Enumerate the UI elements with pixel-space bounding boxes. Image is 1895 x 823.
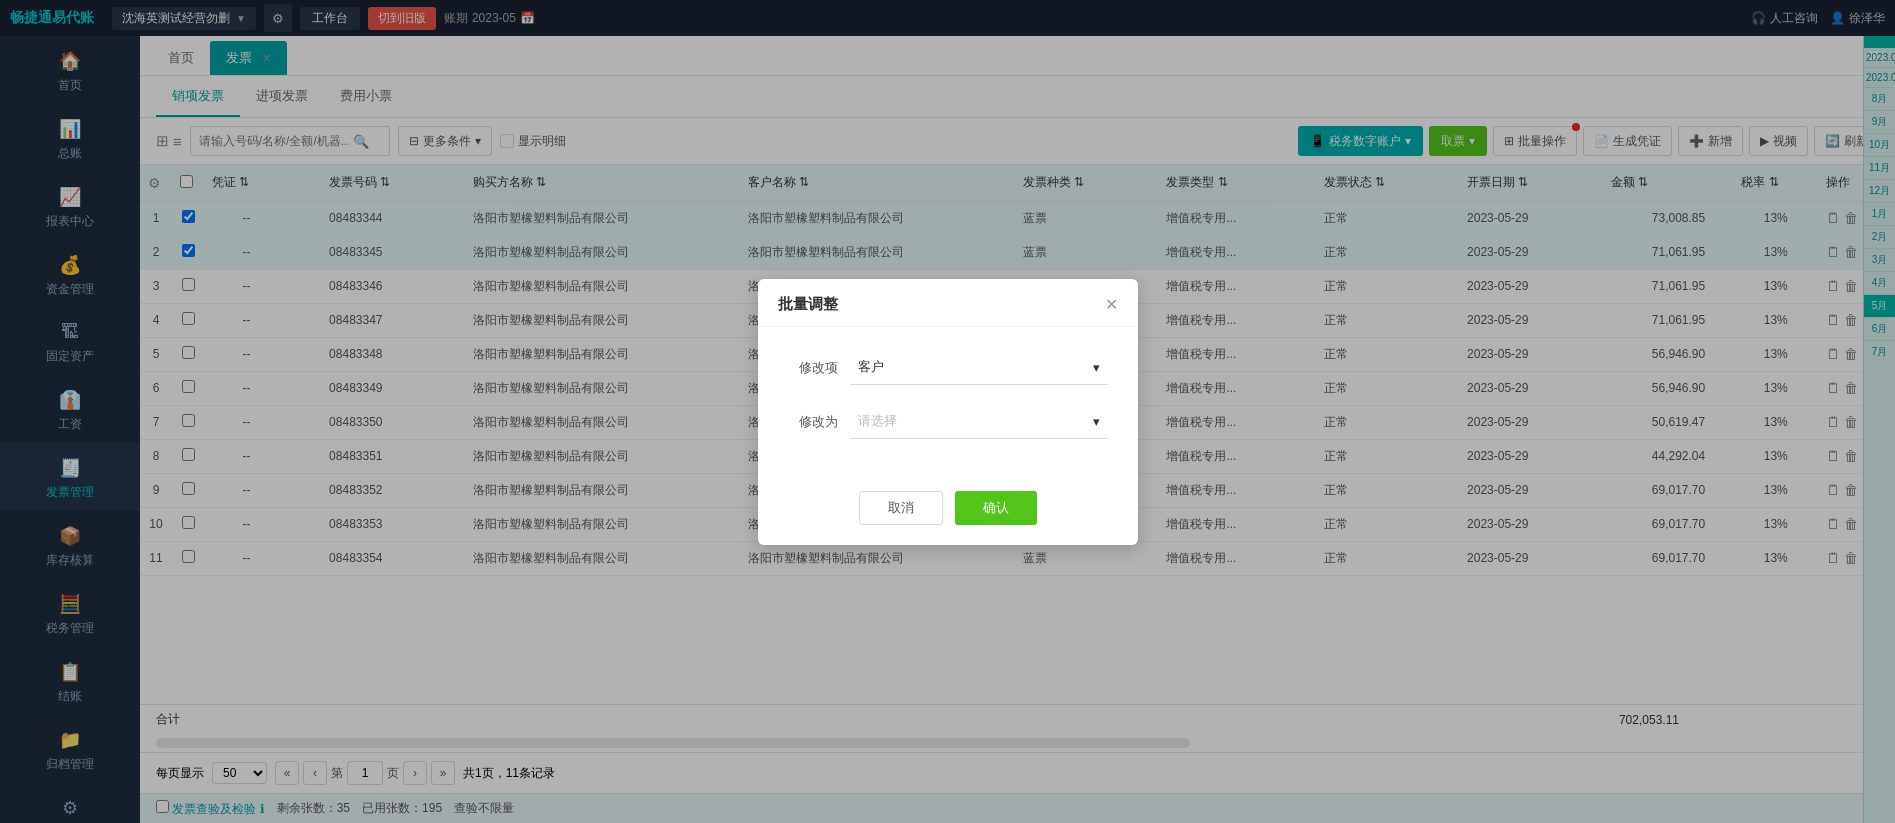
- batch-adjust-modal: 批量调整 ✕ 修改项 客户 ▾ 修改为 请选择 ▾ 取消 确认: [758, 279, 1138, 545]
- confirm-button[interactable]: 确认: [955, 491, 1037, 525]
- modal-overlay: 批量调整 ✕ 修改项 客户 ▾ 修改为 请选择 ▾ 取消 确认: [0, 0, 1895, 823]
- modal-header: 批量调整 ✕: [758, 279, 1138, 327]
- field-value: 客户: [858, 358, 884, 376]
- value-select[interactable]: 请选择 ▾: [850, 405, 1108, 439]
- cancel-button[interactable]: 取消: [859, 491, 943, 525]
- modal-title: 批量调整: [778, 295, 838, 314]
- modal-body: 修改项 客户 ▾ 修改为 请选择 ▾: [758, 327, 1138, 483]
- form-row-value: 修改为 请选择 ▾: [788, 405, 1108, 439]
- field-select[interactable]: 客户 ▾: [850, 351, 1108, 385]
- modal-footer: 取消 确认: [758, 483, 1138, 545]
- modal-close-btn[interactable]: ✕: [1105, 295, 1118, 314]
- value-placeholder: 请选择: [858, 412, 897, 430]
- value-label: 修改为: [788, 413, 838, 431]
- field-dropdown-arrow: ▾: [1093, 360, 1100, 375]
- field-label: 修改项: [788, 359, 838, 377]
- value-dropdown-arrow: ▾: [1093, 414, 1100, 429]
- form-row-field: 修改项 客户 ▾: [788, 351, 1108, 385]
